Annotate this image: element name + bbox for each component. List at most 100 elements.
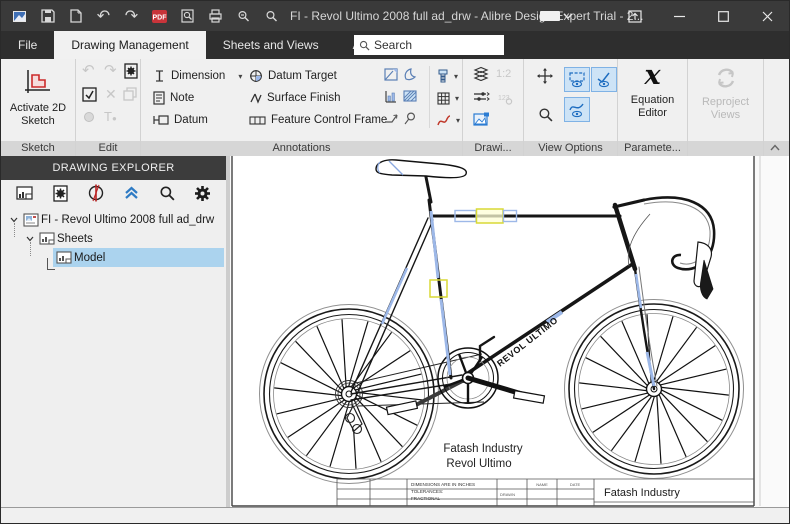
tree-item-sheets[interactable]: Sheets — [1, 229, 226, 248]
fastener-icon — [438, 69, 448, 82]
ribbon-group-reproject: Reproject Views — [688, 59, 764, 156]
sheet-icon — [56, 251, 72, 264]
group-label-view-options: View Options — [524, 141, 617, 156]
chart-annotation-icon[interactable] — [384, 90, 397, 103]
close-button[interactable] — [745, 1, 789, 31]
group-label-drawing: Drawi... — [463, 141, 523, 156]
spline-dropdown[interactable]: ▾ — [456, 116, 460, 125]
hatch-area-icon[interactable] — [403, 90, 417, 102]
new-sheet-icon[interactable] — [15, 183, 35, 203]
sheet-properties-icon[interactable] — [124, 63, 138, 79]
datum-target-icon — [250, 70, 262, 82]
toggle-show-sheet[interactable] — [564, 67, 590, 92]
status-bar — [1, 507, 789, 523]
reproject-views-button[interactable]: Reproject Views — [688, 59, 763, 141]
feature-control-frame-button[interactable]: Feature Control Frame — [249, 111, 387, 129]
scale-value: 1:2 — [496, 68, 512, 80]
toggle-show-sketches[interactable] — [564, 97, 590, 122]
fastener-dropdown[interactable]: ▾ — [454, 72, 458, 81]
layers-icon[interactable] — [473, 66, 489, 81]
sheet-properties-icon[interactable] — [50, 183, 70, 203]
text-settings-icon[interactable]: T● — [104, 109, 117, 124]
tb-note1: DIMENSIONS ARE IN INCHES — [411, 482, 475, 487]
tree-item-model-label: Model — [74, 251, 106, 264]
view-image-icon[interactable] — [473, 112, 490, 127]
group-label-reproject — [688, 141, 763, 156]
annotations-divider — [429, 66, 430, 128]
tree-item-model[interactable]: Model — [1, 248, 226, 267]
expander-icon[interactable] — [9, 215, 19, 225]
new-file-icon[interactable] — [67, 8, 84, 25]
search-input[interactable] — [374, 38, 492, 52]
table-dropdown[interactable]: ▾ — [455, 94, 459, 103]
title-bar: ↶ ↷ PDF FI - Revol Ultimo 2008 full ad_d… — [1, 1, 789, 31]
sheets-folder-icon — [39, 232, 55, 245]
ribbon-group-edit: ↶ ↷ ✕ T● Edit — [76, 59, 141, 156]
svg-text:PDF: PDF — [153, 14, 168, 21]
redo-icon[interactable]: ↷ — [123, 8, 140, 25]
ribbon-group-parameters: x Equation Editor Paramete... — [618, 59, 688, 156]
section-view-icon[interactable] — [86, 183, 106, 203]
print-icon[interactable] — [207, 8, 224, 25]
pan-icon[interactable] — [537, 68, 553, 84]
table-button[interactable]: ▾ — [437, 89, 459, 107]
color-icon[interactable] — [83, 111, 95, 123]
dock-window-icon[interactable] — [613, 1, 657, 31]
license-meter[interactable] — [540, 11, 573, 21]
group-label-sketch: Sketch — [1, 141, 75, 156]
maximize-button[interactable] — [701, 1, 745, 31]
tb-note3: FRACTIONAL — [411, 496, 441, 501]
print-preview-icon[interactable] — [179, 8, 196, 25]
tb-company: Fatash Industry — [604, 487, 680, 499]
minimize-button[interactable] — [657, 1, 701, 31]
tb-drawn: DRAWN — [500, 492, 515, 497]
balloon-callout-icon[interactable] — [404, 112, 416, 125]
note-button[interactable]: Note — [153, 89, 194, 107]
fastener-callout-button[interactable]: ▾ — [437, 67, 458, 85]
line-settings-icon[interactable] — [473, 90, 490, 103]
redo-icon[interactable]: ↷ — [104, 61, 117, 79]
spline-annotation-button[interactable]: ▾ — [437, 111, 460, 129]
expander-icon[interactable] — [25, 234, 35, 244]
ribbon: Activate 2D Sketch Sketch ↶ ↷ ✕ T● Edit … — [1, 59, 789, 156]
toggle-show-annotations[interactable] — [591, 67, 617, 92]
dimension-button[interactable]: Dimension ▾ — [153, 67, 242, 85]
collapse-ribbon-icon[interactable] — [770, 144, 780, 151]
group-label-edit: Edit — [76, 141, 140, 156]
save-icon[interactable] — [39, 8, 56, 25]
zoom-tool-icon[interactable] — [538, 107, 553, 122]
tree-item-root[interactable]: FI - Revol Ultimo 2008 full ad_drw — [1, 210, 226, 229]
select-icon[interactable] — [82, 87, 97, 102]
view-annotation-icon[interactable] — [384, 68, 398, 81]
activate-2d-sketch-button[interactable]: Activate 2D Sketch — [1, 59, 75, 141]
equation-editor-button[interactable]: x Equation Editor — [618, 59, 687, 141]
zoom-out-icon[interactable] — [235, 8, 252, 25]
copy-icon[interactable] — [123, 87, 137, 101]
collapse-all-icon[interactable] — [121, 183, 141, 203]
undo-icon[interactable]: ↶ — [95, 8, 112, 25]
weld-symbol-icon[interactable] — [384, 113, 399, 124]
datum-target-button[interactable]: Datum Target — [249, 67, 337, 85]
zoom-icon[interactable] — [263, 8, 280, 25]
export-pdf-icon[interactable]: PDF — [151, 8, 168, 25]
application-window: ↶ ↷ PDF FI - Revol Ultimo 2008 full ad_d… — [0, 0, 790, 524]
revision-cloud-icon[interactable] — [403, 67, 417, 81]
tree-item-root-label: FI - Revol Ultimo 2008 full ad_drw — [41, 213, 215, 226]
surface-finish-button[interactable]: Surface Finish — [249, 89, 341, 107]
explorer-settings-gear-icon[interactable] — [192, 183, 212, 203]
tab-sheets-and-views[interactable]: Sheets and Views — [206, 31, 336, 59]
datum-icon — [153, 115, 169, 125]
datum-button[interactable]: Datum — [153, 111, 208, 129]
tb-date-header: DATE — [570, 482, 581, 487]
dimension-dropdown[interactable]: ▾ — [238, 72, 242, 81]
tab-drawing-management[interactable]: Drawing Management — [54, 31, 206, 59]
explorer-search-icon[interactable] — [157, 183, 177, 203]
delete-icon[interactable]: ✕ — [105, 86, 117, 103]
dimension-format-icon[interactable]: 123 — [497, 92, 513, 105]
undo-icon[interactable]: ↶ — [82, 61, 95, 79]
drawing-canvas[interactable]: REVOL ULTIMO Fatash Industry Revol Ultim… — [230, 156, 789, 507]
tab-file[interactable]: File — [1, 31, 54, 59]
reproject-icon — [717, 68, 734, 88]
search-box[interactable] — [354, 35, 504, 55]
chevron-down-icon — [563, 13, 573, 19]
